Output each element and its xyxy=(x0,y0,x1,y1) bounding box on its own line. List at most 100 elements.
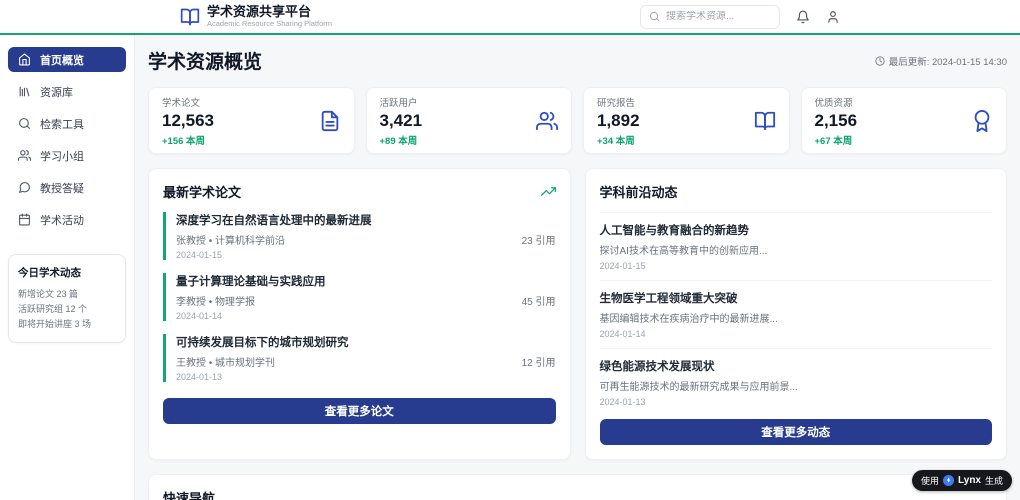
trends-panel-title: 学科前沿动态 xyxy=(599,185,678,200)
stat-delta: +67 本周 xyxy=(814,135,853,147)
sidebar-item-resource-library[interactable]: 资源库 xyxy=(8,79,126,104)
today-line-active-groups: 活跃研究组 12 个 xyxy=(18,303,88,314)
more-papers-button[interactable]: 查看更多论文 xyxy=(163,398,556,424)
trend-list-item[interactable]: 生物医学工程领域重大突破 基因编辑技术在疾病治疗中的最新进展... 2024-0… xyxy=(599,280,992,348)
trend-date: 2024-01-14 xyxy=(599,329,646,339)
paper-title: 可持续发展目标下的城市规划研究 xyxy=(176,337,349,349)
clock-icon xyxy=(875,55,885,66)
trend-date: 2024-01-15 xyxy=(599,261,646,271)
chat-icon xyxy=(18,181,31,194)
sidebar-item-label: 首页概览 xyxy=(40,54,84,67)
stat-card-active-users: 活跃用户 3,421 +89 本周 xyxy=(365,87,572,154)
frontier-trends-panel: 学科前沿动态 人工智能与教育融合的新趋势 探讨AI技术在高等教育中的创新应用..… xyxy=(584,168,1007,460)
page-title: 学术资源概览 xyxy=(148,52,263,73)
stat-card-papers: 学术论文 12,563 +156 本周 xyxy=(148,87,355,154)
paper-list-item[interactable]: 量子计算理论基础与实践应用 李教授 • 物理学报 45 引用 2024-01-1… xyxy=(163,273,556,321)
trend-title: 人工智能与教育融合的新趋势 xyxy=(599,225,750,237)
home-icon xyxy=(18,53,31,66)
trend-desc: 基因编辑技术在疾病治疗中的最新进展... xyxy=(599,314,778,325)
latest-papers-panel: 最新学术论文 深度学习在自然语言处理中的最新进展 张教授 • 计算机科学前沿 2… xyxy=(148,168,571,460)
calendar-icon xyxy=(18,213,31,226)
paper-meta: 李教授 • 物理学报 xyxy=(176,297,256,308)
stat-label: 研究报告 xyxy=(597,97,636,109)
file-text-icon xyxy=(319,110,341,132)
trend-list-item[interactable]: 绿色能源技术发展现状 可再生能源技术的最新研究成果与应用前景... 2024-0… xyxy=(599,348,992,416)
stat-card-quality-resources: 优质资源 2,156 +67 本周 xyxy=(800,87,1007,154)
search-input[interactable] xyxy=(666,11,771,22)
today-line-new-papers: 新增论文 23 篇 xyxy=(18,289,79,299)
stat-cards-row: 学术论文 12,563 +156 本周 活跃用户 3,421 +89 本周 研究… xyxy=(148,87,1007,154)
quick-nav-section: 快速导航 论文检索 加入小组 学术写作 优质资源 xyxy=(148,474,1007,500)
today-card-title: 今日学术动态 xyxy=(18,267,81,279)
award-icon xyxy=(971,109,993,132)
stat-label: 学术论文 xyxy=(162,97,201,109)
paper-meta: 张教授 • 计算机科学前沿 xyxy=(176,236,286,247)
paper-date: 2024-01-13 xyxy=(176,372,223,382)
sidebar-item-label: 学术活动 xyxy=(40,214,84,227)
sidebar-item-label: 检索工具 xyxy=(40,118,84,131)
app-subtitle: Academic Resource Sharing Platform xyxy=(207,18,333,28)
book-open-logo-icon xyxy=(180,7,200,27)
trend-desc: 可再生能源技术的最新研究成果与应用前景... xyxy=(599,382,798,393)
stat-value: 1,892 xyxy=(597,110,640,130)
sidebar-item-label: 资源库 xyxy=(40,86,73,99)
sidebar: 首页概览 资源库 检索工具 学习小组 教授答疑 学术活动 今日学术动态 新增论文… xyxy=(0,35,135,500)
trend-title: 绿色能源技术发展现状 xyxy=(599,361,715,373)
sidebar-item-label: 学习小组 xyxy=(40,150,84,163)
badge-suffix: 生成 xyxy=(984,476,1003,486)
sidebar-item-home-overview[interactable]: 首页概览 xyxy=(8,47,126,72)
more-trends-button[interactable]: 查看更多动态 xyxy=(599,419,992,445)
search-icon xyxy=(649,11,660,22)
paper-title: 量子计算理论基础与实践应用 xyxy=(176,276,326,288)
stat-label: 活跃用户 xyxy=(379,97,418,109)
paper-citations: 12 引用 xyxy=(521,358,556,369)
trend-list-item[interactable]: 人工智能与教育融合的新趋势 探讨AI技术在高等教育中的创新应用... 2024-… xyxy=(599,212,992,280)
badge-prefix: 使用 xyxy=(921,476,940,486)
app-title: 学术资源共享平台 xyxy=(207,3,312,19)
stat-value: 12,563 xyxy=(162,110,214,130)
sidebar-item-study-groups[interactable]: 学习小组 xyxy=(8,143,126,168)
library-icon xyxy=(18,85,31,98)
badge-brand: Lynx xyxy=(958,475,981,486)
search-box[interactable] xyxy=(640,4,780,29)
paper-title: 深度学习在自然语言处理中的最新进展 xyxy=(176,215,372,227)
paper-date: 2024-01-15 xyxy=(176,250,223,260)
paper-citations: 45 引用 xyxy=(521,297,556,308)
stat-value: 3,421 xyxy=(379,110,423,130)
paper-date: 2024-01-14 xyxy=(176,311,223,321)
book-open-icon xyxy=(754,110,776,132)
sidebar-item-academic-events[interactable]: 学术活动 xyxy=(8,207,126,232)
search-icon xyxy=(18,117,31,130)
trend-title: 生物医学工程领域重大突破 xyxy=(599,293,738,305)
users-icon xyxy=(536,110,558,132)
today-line-upcoming-lectures: 即将开始讲座 3 场 xyxy=(18,318,92,329)
papers-panel-title: 最新学术论文 xyxy=(163,185,242,200)
last-updated: 最后更新: 2024-01-15 14:30 xyxy=(875,54,1007,68)
today-academic-activity-card: 今日学术动态 新增论文 23 篇 活跃研究组 12 个 即将开始讲座 3 场 xyxy=(8,254,126,343)
lynx-generated-badge[interactable]: 使用 ⬧ Lynx 生成 xyxy=(912,470,1012,491)
stat-delta: +89 本周 xyxy=(379,135,418,147)
paper-citations: 23 引用 xyxy=(521,236,556,247)
trending-up-icon xyxy=(540,184,556,199)
trend-date: 2024-01-13 xyxy=(599,397,646,407)
top-header: 学术资源共享平台 Academic Resource Sharing Platf… xyxy=(0,0,1020,35)
paper-list-item[interactable]: 深度学习在自然语言处理中的最新进展 张教授 • 计算机科学前沿 23 引用 20… xyxy=(163,212,556,260)
last-updated-text: 最后更新: 2024-01-15 14:30 xyxy=(888,56,1007,68)
paper-list-item[interactable]: 可持续发展目标下的城市规划研究 王教授 • 城市规划学刊 12 引用 2024-… xyxy=(163,334,556,382)
user-icon[interactable] xyxy=(826,10,840,24)
sidebar-item-professor-qa[interactable]: 教授答疑 xyxy=(8,175,126,200)
paper-meta: 王教授 • 城市规划学刊 xyxy=(176,358,276,369)
users-icon xyxy=(18,149,31,162)
stat-delta: +34 本周 xyxy=(597,135,635,147)
trend-desc: 探讨AI技术在高等教育中的创新应用... xyxy=(599,246,768,257)
main-content: 学术资源概览 最后更新: 2024-01-15 14:30 学术论文 12,56… xyxy=(135,35,1020,500)
bell-icon[interactable] xyxy=(796,10,810,24)
quick-nav-title: 快速导航 xyxy=(163,491,216,500)
sidebar-item-label: 教授答疑 xyxy=(40,182,84,195)
lynx-logo-icon: ⬧ xyxy=(943,475,955,486)
stat-label: 优质资源 xyxy=(814,97,853,109)
stat-delta: +156 本周 xyxy=(162,135,206,147)
stat-card-research-reports: 研究报告 1,892 +34 本周 xyxy=(583,87,790,154)
sidebar-item-search-tools[interactable]: 检索工具 xyxy=(8,111,126,136)
stat-value: 2,156 xyxy=(814,110,858,130)
